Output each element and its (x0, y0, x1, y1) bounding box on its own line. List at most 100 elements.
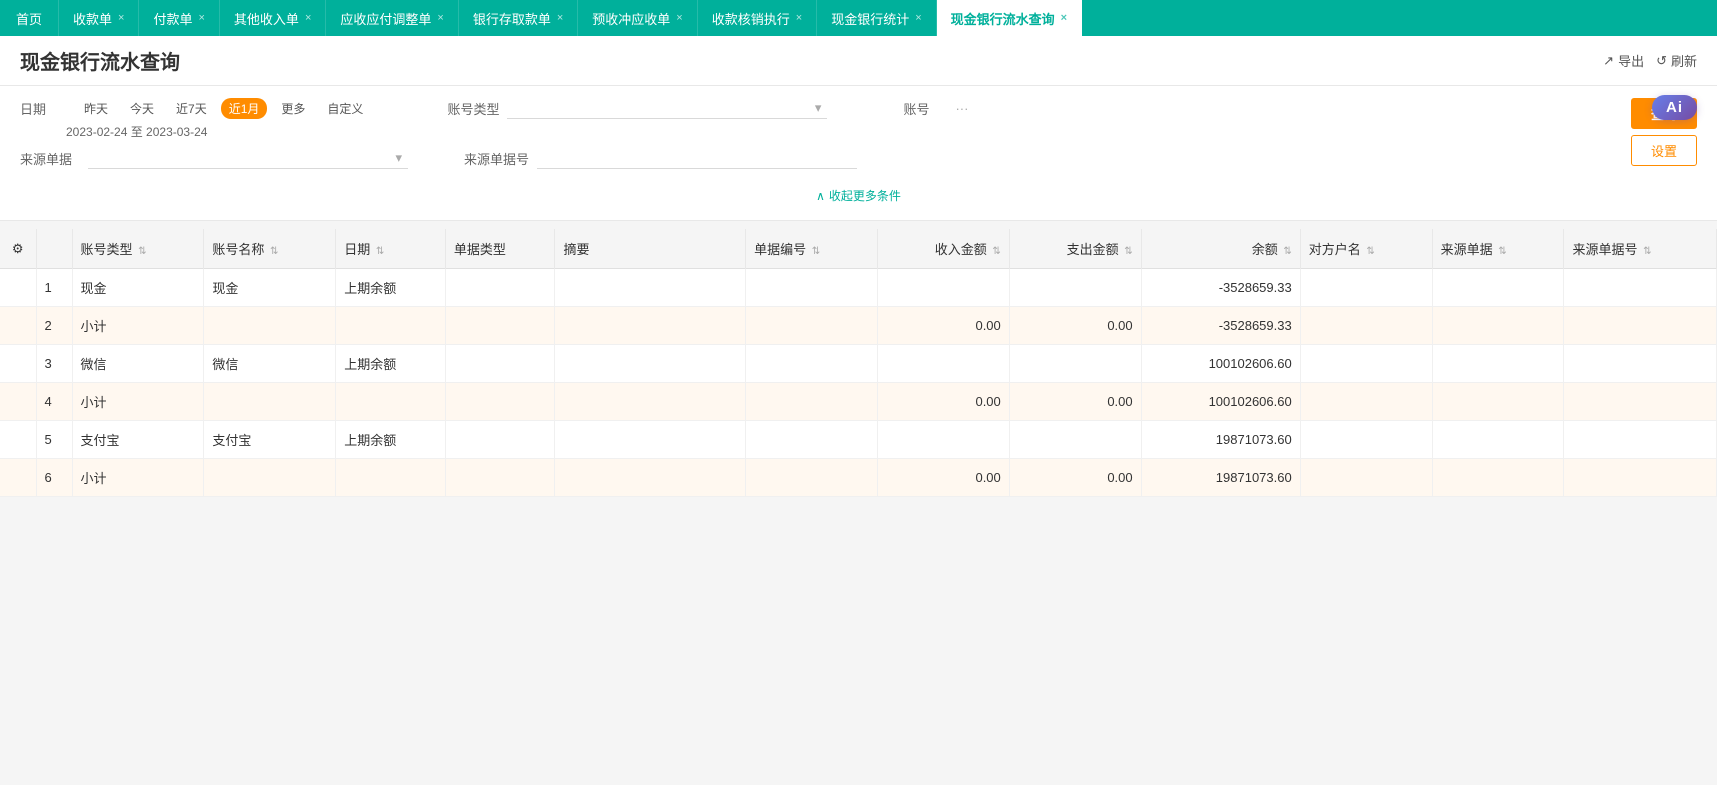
td-income: 0.00 (877, 459, 1009, 497)
date-option-7days[interactable]: 近7天 (168, 98, 215, 119)
nav-tab-yingshou[interactable]: 应收应付调整单 × (326, 0, 458, 36)
td-doc-no (746, 345, 878, 383)
th-index (36, 229, 72, 269)
td-account-name (204, 383, 336, 421)
nav-home[interactable]: 首页 (0, 0, 59, 36)
td-index: 1 (36, 269, 72, 307)
th-account-type[interactable]: 账号类型 ⇅ (72, 229, 204, 269)
chevron-down-icon: ▾ (395, 150, 402, 166)
td-gear (0, 421, 36, 459)
td-source-doc-no (1564, 345, 1717, 383)
td-income (877, 421, 1009, 459)
td-expense (1009, 421, 1141, 459)
th-income[interactable]: 收入金额 ⇅ (877, 229, 1009, 269)
source-doc-no-input[interactable] (537, 149, 857, 169)
nav-tab-qitashouru[interactable]: 其他收入单 × (220, 0, 326, 36)
td-account-type: 微信 (72, 345, 204, 383)
th-summary: 摘要 (555, 229, 746, 269)
td-date: 上期余额 (336, 269, 446, 307)
td-account-name (204, 459, 336, 497)
dots-icon[interactable]: ··· (951, 99, 972, 118)
td-date (336, 459, 446, 497)
close-icon[interactable]: × (198, 12, 204, 24)
collapse-bar[interactable]: ∧ 收起更多条件 (20, 183, 1697, 208)
td-summary (555, 459, 746, 497)
close-icon[interactable]: × (1061, 12, 1067, 24)
td-expense: 0.00 (1009, 459, 1141, 497)
date-option-yesterday[interactable]: 昨天 (76, 98, 116, 119)
close-icon[interactable]: × (437, 12, 443, 24)
ai-badge[interactable]: Ai (1652, 95, 1697, 120)
close-icon[interactable]: × (796, 12, 802, 24)
nav-tab-tongji[interactable]: 现金银行统计 × (817, 0, 936, 36)
account-type-label: 账号类型 (447, 99, 499, 118)
nav-tab-yinhang[interactable]: 银行存取款单 × (459, 0, 578, 36)
nav-tab-shoukuandan[interactable]: 收款单 × (59, 0, 139, 36)
date-option-custom[interactable]: 自定义 (319, 98, 371, 119)
td-income (877, 269, 1009, 307)
td-doc-type (445, 383, 555, 421)
td-counterparty (1300, 421, 1432, 459)
source-doc-select[interactable]: ▾ (88, 148, 408, 169)
account-type-select[interactable]: ▾ (507, 98, 827, 119)
td-date: 上期余额 (336, 421, 446, 459)
date-option-today[interactable]: 今天 (122, 98, 162, 119)
td-summary (555, 307, 746, 345)
table-header-row: ⚙ 账号类型 ⇅ 账号名称 ⇅ 日期 ⇅ 单据类型 摘要 单据编号 ⇅ 收入金额… (0, 229, 1717, 269)
td-index: 3 (36, 345, 72, 383)
td-source-doc (1432, 269, 1564, 307)
th-gear[interactable]: ⚙ (0, 229, 36, 269)
nav-tab-shoukuanxiaoxiao[interactable]: 收款核销执行 × (698, 0, 817, 36)
th-account-name[interactable]: 账号名称 ⇅ (204, 229, 336, 269)
td-account-type: 现金 (72, 269, 204, 307)
td-source-doc (1432, 459, 1564, 497)
date-option-more[interactable]: 更多 (273, 98, 313, 119)
nav-tab-yushou[interactable]: 预收冲应收单 × (578, 0, 697, 36)
td-gear (0, 269, 36, 307)
date-range-display: 2023-02-24 至 2023-03-24 (66, 125, 207, 139)
td-gear (0, 345, 36, 383)
th-source-doc[interactable]: 来源单据 ⇅ (1432, 229, 1564, 269)
td-summary (555, 269, 746, 307)
th-date[interactable]: 日期 ⇅ (336, 229, 446, 269)
td-doc-no (746, 269, 878, 307)
th-doc-no[interactable]: 单据编号 ⇅ (746, 229, 878, 269)
td-doc-type (445, 459, 555, 497)
td-balance: 100102606.60 (1141, 383, 1300, 421)
th-expense[interactable]: 支出金额 ⇅ (1009, 229, 1141, 269)
settings-button[interactable]: 设置 (1631, 135, 1697, 166)
export-icon: ↗ (1603, 53, 1614, 69)
close-icon[interactable]: × (557, 12, 563, 24)
refresh-button[interactable]: ↺ 刷新 (1656, 51, 1697, 70)
th-balance[interactable]: 余额 ⇅ (1141, 229, 1300, 269)
export-button[interactable]: ↗ 导出 (1603, 51, 1644, 70)
td-counterparty (1300, 383, 1432, 421)
td-source-doc (1432, 421, 1564, 459)
td-summary (555, 345, 746, 383)
th-source-doc-no[interactable]: 来源单据号 ⇅ (1564, 229, 1717, 269)
page-header: 现金银行流水查询 ↗ 导出 ↺ 刷新 (0, 36, 1717, 86)
td-index: 4 (36, 383, 72, 421)
th-counterparty[interactable]: 对方户名 ⇅ (1300, 229, 1432, 269)
date-option-1month[interactable]: 近1月 (221, 98, 268, 119)
chevron-down-icon: ▾ (815, 100, 822, 116)
td-date (336, 383, 446, 421)
td-balance: -3528659.33 (1141, 269, 1300, 307)
close-icon[interactable]: × (915, 12, 921, 24)
nav-tab-fukuandan[interactable]: 付款单 × (139, 0, 219, 36)
td-source-doc-no (1564, 421, 1717, 459)
td-doc-no (746, 383, 878, 421)
close-icon[interactable]: × (305, 12, 311, 24)
close-icon[interactable]: × (676, 12, 682, 24)
td-counterparty (1300, 459, 1432, 497)
td-gear (0, 459, 36, 497)
td-source-doc (1432, 345, 1564, 383)
table-row: 5支付宝支付宝上期余额19871073.60 (0, 421, 1717, 459)
td-account-name (204, 307, 336, 345)
td-income: 0.00 (877, 383, 1009, 421)
td-doc-no (746, 421, 878, 459)
td-index: 5 (36, 421, 72, 459)
nav-tab-liushui[interactable]: 现金银行流水查询 × (937, 0, 1082, 36)
close-icon[interactable]: × (118, 12, 124, 24)
table-row: 4小计0.000.00100102606.60 (0, 383, 1717, 421)
